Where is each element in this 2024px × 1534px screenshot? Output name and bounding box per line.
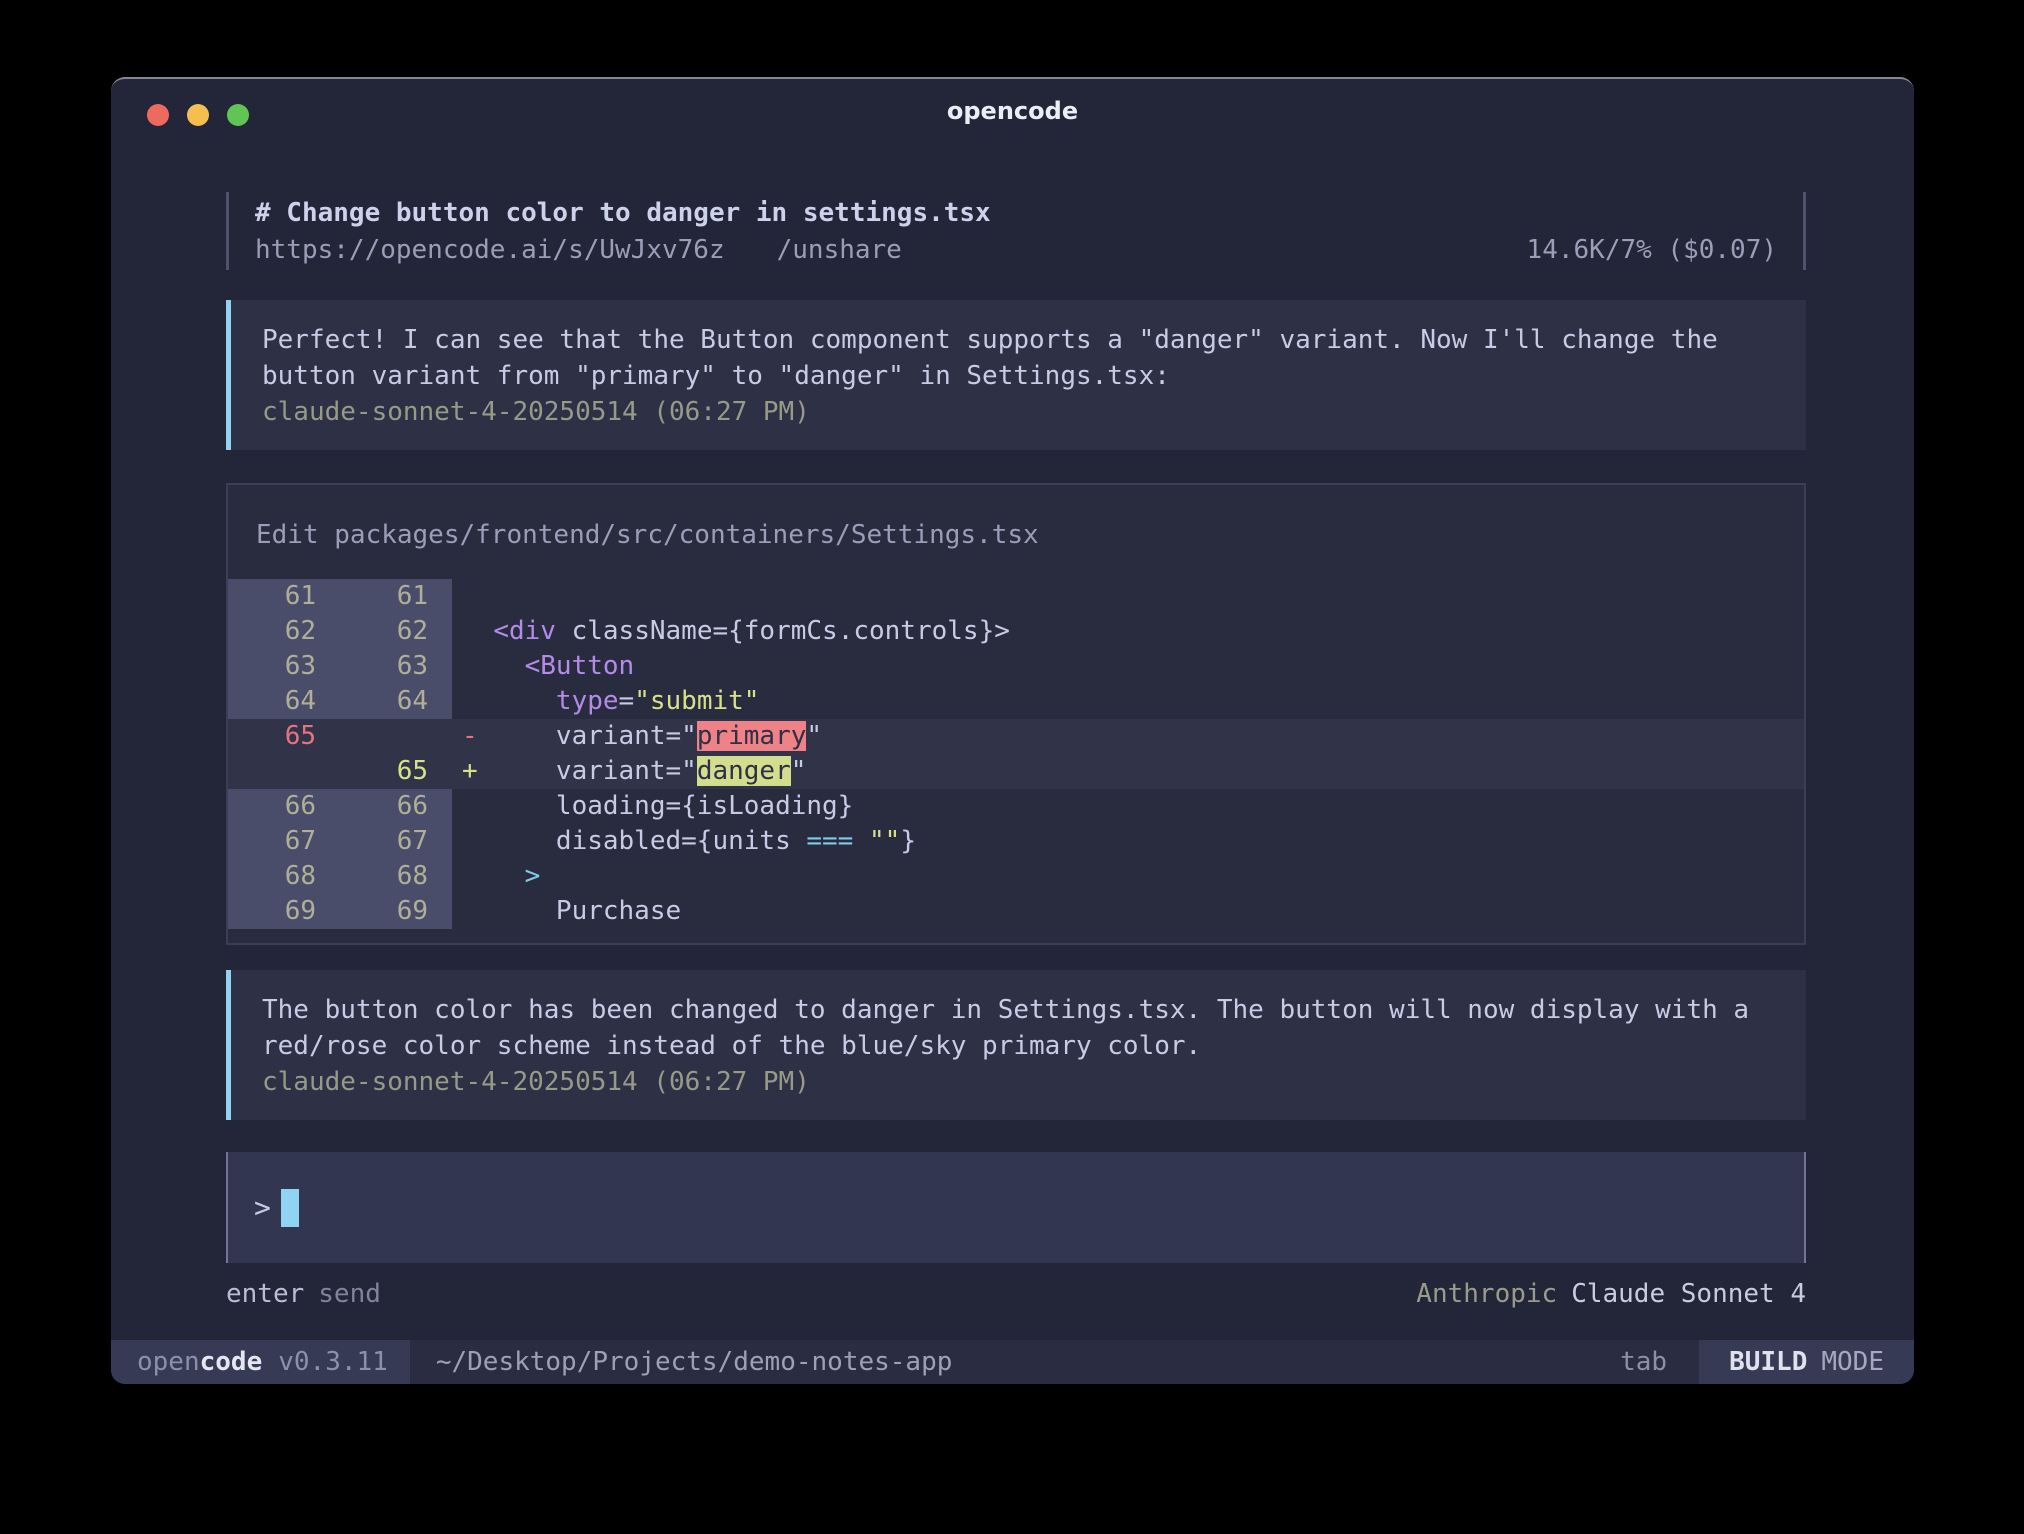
tab-hint[interactable]: tab: [1620, 1347, 1667, 1377]
new-line-number: 67: [340, 824, 452, 859]
diff-row: 65 - variant="primary": [228, 719, 1804, 754]
app-name: opencode: [137, 1347, 262, 1377]
diff-code-line: type="submit": [452, 684, 759, 719]
share-url[interactable]: https://opencode.ai/s/UwJxv76z: [255, 235, 725, 265]
diff-row: 6464 type="submit": [228, 684, 1804, 719]
session-header: # Change button color to danger in setti…: [226, 192, 1806, 270]
diff-row: 6868 >: [228, 859, 1804, 894]
diff-row: 65+ variant="danger": [228, 754, 1804, 789]
new-line-number: 62: [340, 614, 452, 649]
diff-row: 6969 Purchase: [228, 894, 1804, 929]
old-line-number: 63: [228, 649, 340, 684]
diff-code-line: [452, 579, 462, 614]
diff-code-line: + variant="danger": [452, 754, 806, 789]
new-line-number: 68: [340, 859, 452, 894]
diff-row: 6363 <Button: [228, 649, 1804, 684]
provider-label: Anthropic: [1416, 1279, 1557, 1309]
new-line-number: 69: [340, 894, 452, 929]
edit-tool-title: Edit packages/frontend/src/containers/Se…: [228, 517, 1804, 553]
session-title: # Change button color to danger in setti…: [255, 194, 1777, 232]
status-bar: opencode v0.3.11 ~/Desktop/Projects/demo…: [111, 1340, 1914, 1384]
mode-suffix: MODE: [1821, 1347, 1884, 1377]
prompt-input[interactable]: >: [226, 1152, 1806, 1263]
diff-code-line: loading={isLoading}: [452, 789, 853, 824]
assistant-message: Perfect! I can see that the Button compo…: [226, 300, 1806, 450]
app-window: opencode # Change button color to danger…: [111, 77, 1914, 1384]
new-line-number: 65: [340, 754, 452, 789]
assistant-message-text: Perfect! I can see that the Button compo…: [262, 322, 1776, 394]
diff-code-line: Purchase: [452, 894, 681, 929]
diff-row: 6161: [228, 579, 1804, 614]
terminal-content: # Change button color to danger in setti…: [226, 141, 1806, 1309]
edit-tool-card: Edit packages/frontend/src/containers/Se…: [226, 483, 1806, 945]
diff-row: 6666 loading={isLoading}: [228, 789, 1804, 824]
diff-row: 6262 <div className={formCs.controls}>: [228, 614, 1804, 649]
assistant-message-meta: claude-sonnet-4-20250514 (06:27 PM): [262, 1064, 1776, 1100]
model-label: Claude Sonnet 4: [1571, 1279, 1806, 1309]
share-url-line: https://opencode.ai/s/UwJxv76z/unshare: [255, 232, 902, 268]
new-line-number: 66: [340, 789, 452, 824]
old-line-number: 64: [228, 684, 340, 719]
mode-chip[interactable]: BUILD MODE: [1697, 1340, 1914, 1384]
app-version-chip: opencode v0.3.11: [111, 1340, 410, 1384]
window-title: opencode: [111, 97, 1914, 125]
old-line-number: 68: [228, 859, 340, 894]
old-line-number: 69: [228, 894, 340, 929]
titlebar: opencode: [111, 79, 1914, 141]
assistant-message-text: The button color has been changed to dan…: [262, 992, 1776, 1064]
model-indicator: Anthropic Claude Sonnet 4: [1416, 1279, 1806, 1309]
old-line-number: [228, 754, 340, 789]
new-line-number: [340, 719, 452, 754]
enter-action-label: send: [318, 1279, 381, 1309]
old-line-number: 61: [228, 579, 340, 614]
new-line-number: 61: [340, 579, 452, 614]
old-line-number: 65: [228, 719, 340, 754]
text-cursor: [281, 1189, 299, 1227]
mode-name: BUILD: [1729, 1347, 1807, 1377]
assistant-message: The button color has been changed to dan…: [226, 970, 1806, 1120]
old-line-number: 62: [228, 614, 340, 649]
old-line-number: 67: [228, 824, 340, 859]
prompt-symbol: >: [254, 1191, 271, 1224]
diff-code-line: <div className={formCs.controls}>: [452, 614, 1010, 649]
assistant-message-meta: claude-sonnet-4-20250514 (06:27 PM): [262, 394, 1776, 430]
diff-view: 61616262 <div className={formCs.controls…: [228, 579, 1804, 929]
diff-code-line: disabled={units === ""}: [452, 824, 916, 859]
enter-key-label: enter: [226, 1279, 304, 1309]
working-directory: ~/Desktop/Projects/demo-notes-app: [436, 1347, 953, 1377]
enter-hint: enter send: [226, 1279, 381, 1309]
token-usage: 14.6K/7% ($0.07): [1527, 232, 1777, 268]
diff-row: 6767 disabled={units === ""}: [228, 824, 1804, 859]
diff-code-line: <Button: [452, 649, 634, 684]
old-line-number: 66: [228, 789, 340, 824]
new-line-number: 63: [340, 649, 452, 684]
new-line-number: 64: [340, 684, 452, 719]
diff-code-line: - variant="primary": [452, 719, 822, 754]
diff-code-line: >: [452, 859, 540, 894]
unshare-command[interactable]: /unshare: [777, 235, 902, 265]
app-version: v0.3.11: [278, 1347, 388, 1377]
